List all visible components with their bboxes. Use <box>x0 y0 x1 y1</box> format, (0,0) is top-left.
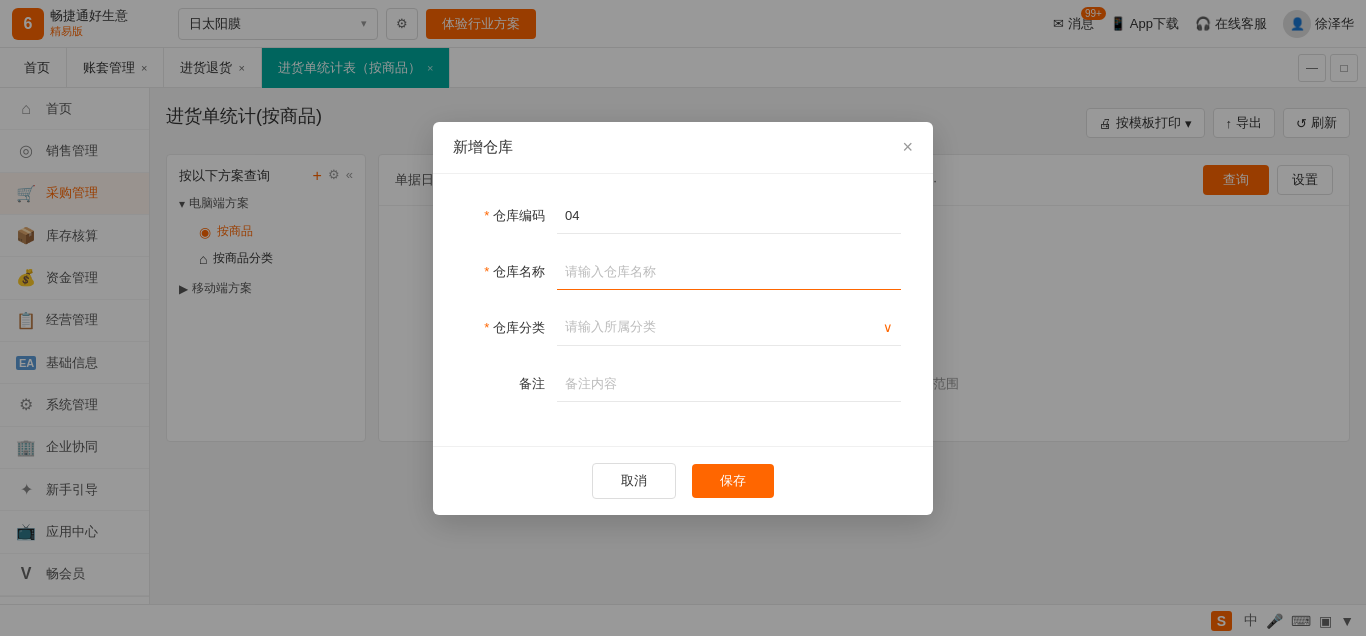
name-label: * 仓库名称 <box>465 263 545 281</box>
remark-input[interactable] <box>557 366 901 402</box>
modal-overlay[interactable]: 新增仓库 × * 仓库编码 * 仓库名称 <box>0 0 1366 636</box>
modal-title: 新增仓库 <box>453 138 513 157</box>
category-label: * 仓库分类 <box>465 319 545 337</box>
warehouse-name-input[interactable] <box>557 254 901 290</box>
add-warehouse-modal: 新增仓库 × * 仓库编码 * 仓库名称 <box>433 122 933 515</box>
save-btn[interactable]: 保存 <box>692 464 774 498</box>
warehouse-code-input[interactable] <box>557 198 901 234</box>
form-row-name: * 仓库名称 <box>465 254 901 290</box>
cancel-btn[interactable]: 取消 <box>592 463 676 499</box>
form-row-category: * 仓库分类 请输入所属分类 ∨ <box>465 310 901 346</box>
remark-label: 备注 <box>465 375 545 393</box>
category-select-arrow-icon: ∨ <box>883 320 893 335</box>
modal-footer: 取消 保存 <box>433 446 933 515</box>
code-label: * 仓库编码 <box>465 207 545 225</box>
category-select[interactable]: 请输入所属分类 ∨ <box>557 310 901 346</box>
modal-close-btn[interactable]: × <box>902 138 913 156</box>
modal-body: * 仓库编码 * 仓库名称 * 仓库分类 请输入所属 <box>433 174 933 446</box>
form-row-code: * 仓库编码 <box>465 198 901 234</box>
modal-header: 新增仓库 × <box>433 122 933 174</box>
form-row-remark: 备注 <box>465 366 901 402</box>
